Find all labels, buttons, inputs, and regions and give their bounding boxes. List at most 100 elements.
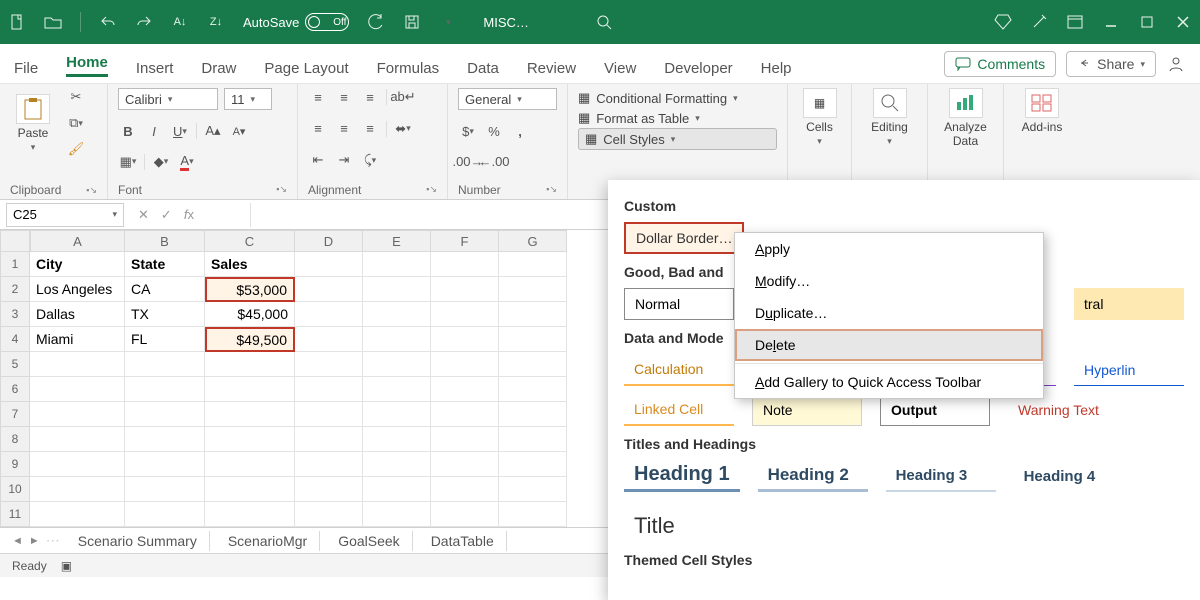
tab-file[interactable]: File: [14, 60, 38, 83]
tab-help[interactable]: Help: [761, 60, 792, 83]
fx-icon[interactable]: fx: [184, 207, 194, 222]
cell[interactable]: [431, 402, 499, 427]
cell[interactable]: State: [125, 252, 205, 277]
cell[interactable]: [431, 302, 499, 327]
cell[interactable]: [363, 402, 431, 427]
cell[interactable]: $45,000: [205, 302, 295, 327]
cell[interactable]: [30, 427, 125, 452]
cell[interactable]: [295, 477, 363, 502]
tab-page-layout[interactable]: Page Layout: [264, 60, 348, 83]
fill-color-icon[interactable]: ◆▾: [151, 153, 171, 171]
cell[interactable]: [499, 327, 567, 352]
ctx-add-to-qat[interactable]: Add Gallery to Quick Access Toolbar: [735, 366, 1043, 398]
number-format-select[interactable]: General▾: [458, 88, 557, 110]
cell[interactable]: [125, 502, 205, 527]
cell[interactable]: [363, 252, 431, 277]
currency-icon[interactable]: $▾: [458, 122, 478, 140]
col-header[interactable]: A: [30, 230, 125, 252]
cell[interactable]: [205, 502, 295, 527]
diamond-icon[interactable]: [994, 13, 1012, 31]
cell[interactable]: [499, 502, 567, 527]
tab-insert[interactable]: Insert: [136, 60, 174, 83]
row-header[interactable]: 2: [0, 277, 30, 302]
grow-font-icon[interactable]: A▴: [203, 122, 223, 140]
cell[interactable]: [431, 327, 499, 352]
copy-icon[interactable]: ⧉▾: [66, 114, 86, 132]
cell[interactable]: [205, 402, 295, 427]
style-dollar-border[interactable]: Dollar Border…: [624, 222, 744, 254]
undo-icon[interactable]: [99, 13, 117, 31]
italic-button[interactable]: I: [144, 122, 164, 140]
cell[interactable]: [205, 452, 295, 477]
shrink-font-icon[interactable]: A▾: [229, 122, 249, 140]
cell[interactable]: [125, 402, 205, 427]
cell[interactable]: City: [30, 252, 125, 277]
indent-inc-icon[interactable]: ⇥: [334, 151, 354, 169]
ribbon-mode-icon[interactable]: [1066, 13, 1084, 31]
cell[interactable]: [125, 477, 205, 502]
cancel-formula-icon[interactable]: ✕: [138, 207, 149, 223]
autosave-toggle[interactable]: AutoSave Off: [243, 13, 349, 31]
wand-icon[interactable]: [1030, 13, 1048, 31]
cell[interactable]: [205, 477, 295, 502]
comments-button[interactable]: Comments: [944, 51, 1056, 77]
cell[interactable]: [431, 352, 499, 377]
cell[interactable]: [363, 302, 431, 327]
merge-icon[interactable]: ⬌▾: [393, 120, 413, 138]
wrap-text-icon[interactable]: ab↵: [393, 88, 413, 106]
cell[interactable]: [499, 427, 567, 452]
font-color-icon[interactable]: A▾: [177, 153, 197, 171]
cell[interactable]: [30, 502, 125, 527]
align-bottom-icon[interactable]: ≡: [360, 88, 380, 106]
cell[interactable]: [295, 377, 363, 402]
cell[interactable]: [125, 427, 205, 452]
tab-data[interactable]: Data: [467, 60, 499, 83]
style-linked-cell[interactable]: Linked Cell: [624, 394, 734, 426]
enter-formula-icon[interactable]: ✓: [161, 207, 172, 223]
analyze-data-button[interactable]: Analyze Data: [943, 88, 989, 148]
macro-record-icon[interactable]: ▣: [61, 559, 72, 573]
tab-draw[interactable]: Draw: [201, 60, 236, 83]
ctx-modify[interactable]: Modify…: [735, 265, 1043, 297]
percent-icon[interactable]: %: [484, 122, 504, 140]
sort-desc-icon[interactable]: Z↓: [207, 13, 225, 31]
cell[interactable]: [295, 427, 363, 452]
cell[interactable]: [295, 402, 363, 427]
cell[interactable]: [295, 352, 363, 377]
cell[interactable]: [499, 252, 567, 277]
sort-asc-icon[interactable]: A↓: [171, 13, 189, 31]
number-launcher-icon[interactable]: ▪↘: [546, 184, 557, 195]
cell[interactable]: [30, 452, 125, 477]
cell[interactable]: Miami: [30, 327, 125, 352]
ctx-duplicate[interactable]: Duplicate…: [735, 297, 1043, 329]
borders-icon[interactable]: ▦▾: [118, 153, 138, 171]
cell[interactable]: [205, 427, 295, 452]
save-icon[interactable]: [403, 13, 421, 31]
conditional-formatting-button[interactable]: ▦Conditional Formatting▾: [578, 88, 777, 108]
cell[interactable]: [125, 377, 205, 402]
cell[interactable]: FL: [125, 327, 205, 352]
row-header[interactable]: 9: [0, 452, 30, 477]
cell[interactable]: [205, 352, 295, 377]
align-top-icon[interactable]: ≡: [308, 88, 328, 106]
cell[interactable]: [431, 502, 499, 527]
paste-button[interactable]: Paste▾: [10, 94, 56, 153]
align-right-icon[interactable]: ≡: [360, 120, 380, 138]
share-button[interactable]: Share▾: [1066, 51, 1156, 77]
cell[interactable]: TX: [125, 302, 205, 327]
col-header[interactable]: E: [363, 230, 431, 252]
cell[interactable]: [499, 377, 567, 402]
cell[interactable]: $53,000: [205, 277, 295, 302]
cell[interactable]: [30, 377, 125, 402]
cell[interactable]: [499, 352, 567, 377]
col-header[interactable]: D: [295, 230, 363, 252]
style-heading-3[interactable]: Heading 3: [886, 460, 996, 492]
cell[interactable]: [363, 477, 431, 502]
font-size-select[interactable]: 11▾: [224, 88, 272, 110]
cell[interactable]: [30, 477, 125, 502]
inc-decimal-icon[interactable]: .00→: [458, 153, 478, 171]
cell[interactable]: [295, 502, 363, 527]
cell[interactable]: [30, 352, 125, 377]
cell[interactable]: [363, 377, 431, 402]
cell[interactable]: [431, 477, 499, 502]
